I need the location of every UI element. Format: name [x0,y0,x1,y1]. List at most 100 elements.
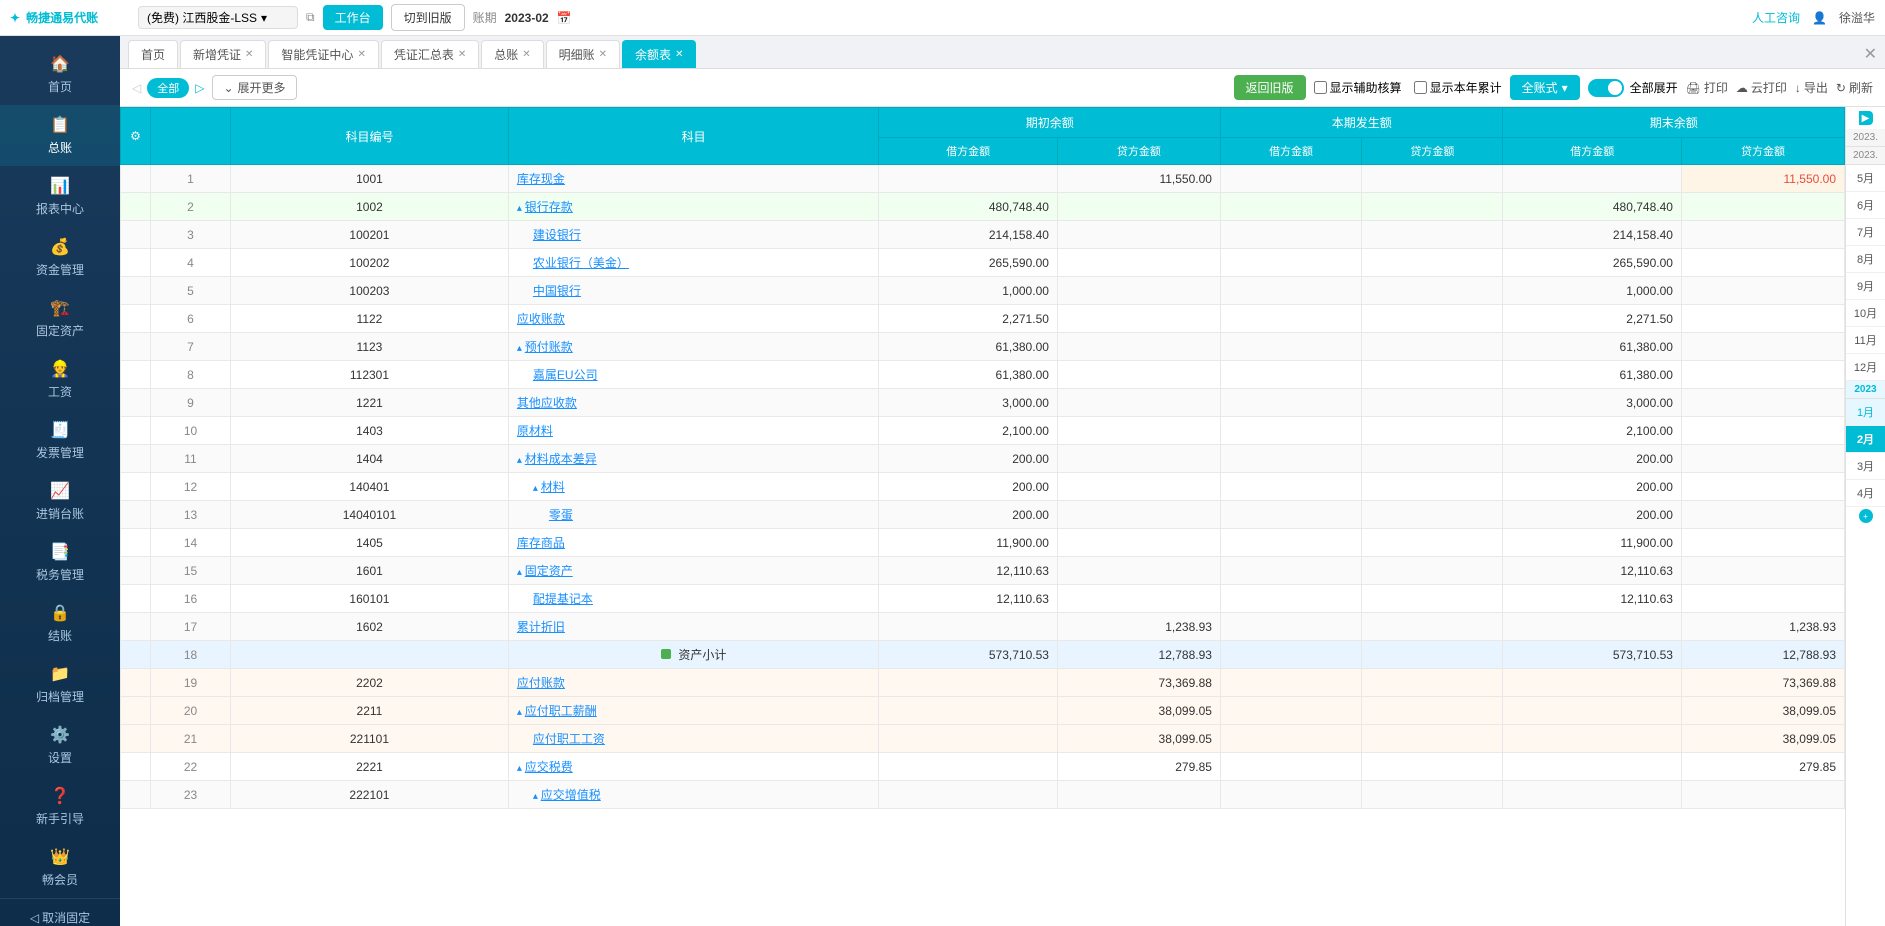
support-link[interactable]: 人工咨询 [1752,9,1800,26]
cal-month-7[interactable]: 7月 [1846,219,1885,246]
expand-button[interactable]: ⌄ 展开更多 [212,75,296,100]
tab-detail-ledger-close[interactable]: ✕ [599,49,607,60]
td-name-link[interactable]: 银行存款 [525,200,573,214]
cal-month-2[interactable]: 2月 [1846,426,1885,453]
show-auxiliary-check[interactable]: 显示辅助核算 [1314,79,1402,96]
sidebar-bottom[interactable]: ◁ 取消固定 [0,898,120,926]
format-button[interactable]: 全账式 ▾ [1510,75,1580,100]
expand-icon[interactable]: ▴ [517,343,525,354]
td-name[interactable]: ▴ 材料成本差异 [508,445,879,473]
cal-month-8[interactable]: 8月 [1846,246,1885,273]
toggle-track[interactable] [1588,79,1624,97]
sidebar-item-home[interactable]: 🏠 首页 [0,44,120,105]
td-settings[interactable] [121,529,151,557]
td-name[interactable]: 配提基记本 [508,585,879,613]
cloud-print-action[interactable]: ☁ 云打印 [1736,79,1787,96]
td-name[interactable]: 库存现金 [508,165,879,193]
sidebar-item-assets[interactable]: 🏗️ 固定资产 [0,288,120,349]
tab-balance-sheet-close[interactable]: ✕ [675,49,683,60]
td-name[interactable]: 农业银行（美金） [508,249,879,277]
expand-icon[interactable]: ▴ [517,763,525,774]
tab-new-voucher-close[interactable]: ✕ [245,49,253,60]
th-settings[interactable]: ⚙ [121,108,151,165]
td-settings[interactable] [121,165,151,193]
cal-month-9[interactable]: 9月 [1846,273,1885,300]
td-settings[interactable] [121,641,151,669]
sidebar-item-payroll[interactable]: 👷 工资 [0,349,120,410]
sidebar-item-close[interactable]: 🔒 结账 [0,593,120,654]
work-button[interactable]: 工作台 [323,5,383,30]
td-name[interactable]: 嘉属EU公司 [508,361,879,389]
export-action[interactable]: ↓ 导出 [1795,79,1828,96]
tab-home[interactable]: 首页 [128,40,178,68]
td-settings[interactable] [121,501,151,529]
td-name[interactable]: ▴ 材料 [508,473,879,501]
refresh-action[interactable]: ↻ 刷新 [1836,79,1873,96]
td-settings[interactable] [121,445,151,473]
td-settings[interactable] [121,417,151,445]
td-name-link[interactable]: 中国银行 [533,284,581,298]
sidebar-item-capital[interactable]: 💰 资金管理 [0,227,120,288]
td-name[interactable]: 应付职工工资 [508,725,879,753]
switch-button[interactable]: 切到旧版 [391,4,465,31]
td-settings[interactable] [121,333,151,361]
td-settings[interactable] [121,277,151,305]
tab-balance-sheet[interactable]: 余额表 ✕ [622,40,696,68]
expand-icon[interactable]: ▴ [517,203,525,214]
return-old-button[interactable]: 返回旧版 [1234,75,1306,100]
show-ytd-check[interactable]: 显示本年累计 [1414,79,1502,96]
calendar-expand-icon[interactable]: + [1859,509,1873,523]
cal-month-11[interactable]: 11月 [1846,327,1885,354]
td-name-link[interactable]: 其他应收款 [517,396,577,410]
tab-new-voucher[interactable]: 新增凭证 ✕ [180,40,266,68]
cal-month-1[interactable]: 1月 [1846,399,1885,426]
cal-month-10[interactable]: 10月 [1846,300,1885,327]
td-settings[interactable] [121,193,151,221]
td-name[interactable]: ▴ 应付职工薪酬 [508,697,879,725]
td-name-link[interactable]: 应交税费 [525,760,573,774]
td-name-link[interactable]: 配提基记本 [533,592,593,606]
td-settings[interactable] [121,557,151,585]
td-name[interactable]: 原材料 [508,417,879,445]
td-settings[interactable] [121,669,151,697]
td-settings[interactable] [121,697,151,725]
company-selector[interactable]: (免费) 江西股金-LSS ▾ [138,6,298,29]
close-all-tabs[interactable]: ✕ [1864,44,1877,64]
td-name[interactable]: ▴ 应交税费 [508,753,879,781]
expand-all-toggle[interactable]: 全部展开 [1588,79,1678,97]
print-action[interactable]: 🖨 打印 [1686,79,1728,96]
td-name-link[interactable]: 库存现金 [517,172,565,186]
sidebar-item-settings[interactable]: ⚙️ 设置 [0,715,120,776]
td-name-link[interactable]: 材料成本差异 [525,452,597,466]
tab-smart-voucher[interactable]: 智能凭证中心 ✕ [268,40,378,68]
td-name[interactable]: ▴ 应交增值税 [508,781,879,809]
td-settings[interactable] [121,613,151,641]
filter-right-icon[interactable]: ▷ [195,81,204,95]
tab-general-ledger-close[interactable]: ✕ [522,49,530,60]
tab-detail-ledger[interactable]: 明细账 ✕ [546,40,620,68]
td-name[interactable]: 应收账款 [508,305,879,333]
td-name[interactable]: 零蛋 [508,501,879,529]
td-settings[interactable] [121,725,151,753]
td-name-link[interactable]: 零蛋 [549,508,573,522]
td-name[interactable]: 建设银行 [508,221,879,249]
td-name[interactable]: 应付账款 [508,669,879,697]
expand-icon[interactable]: ▴ [517,455,525,466]
td-name-link[interactable]: 应付职工薪酬 [525,704,597,718]
td-name-link[interactable]: 原材料 [517,424,553,438]
cal-month-5[interactable]: 5月 [1846,165,1885,192]
td-settings[interactable] [121,753,151,781]
cal-month-6[interactable]: 6月 [1846,192,1885,219]
td-settings[interactable] [121,221,151,249]
sidebar-item-archive[interactable]: 📁 归档管理 [0,654,120,715]
tab-smart-voucher-close[interactable]: ✕ [357,49,365,60]
td-settings[interactable] [121,305,151,333]
td-name-link[interactable]: 库存商品 [517,536,565,550]
td-settings[interactable] [121,585,151,613]
td-name[interactable]: 其他应收款 [508,389,879,417]
td-name-link[interactable]: 应交增值税 [541,788,601,802]
td-name-link[interactable]: 嘉属EU公司 [533,368,598,382]
td-settings[interactable] [121,249,151,277]
sidebar-item-member[interactable]: 👑 畅会员 [0,837,120,898]
td-settings[interactable] [121,473,151,501]
